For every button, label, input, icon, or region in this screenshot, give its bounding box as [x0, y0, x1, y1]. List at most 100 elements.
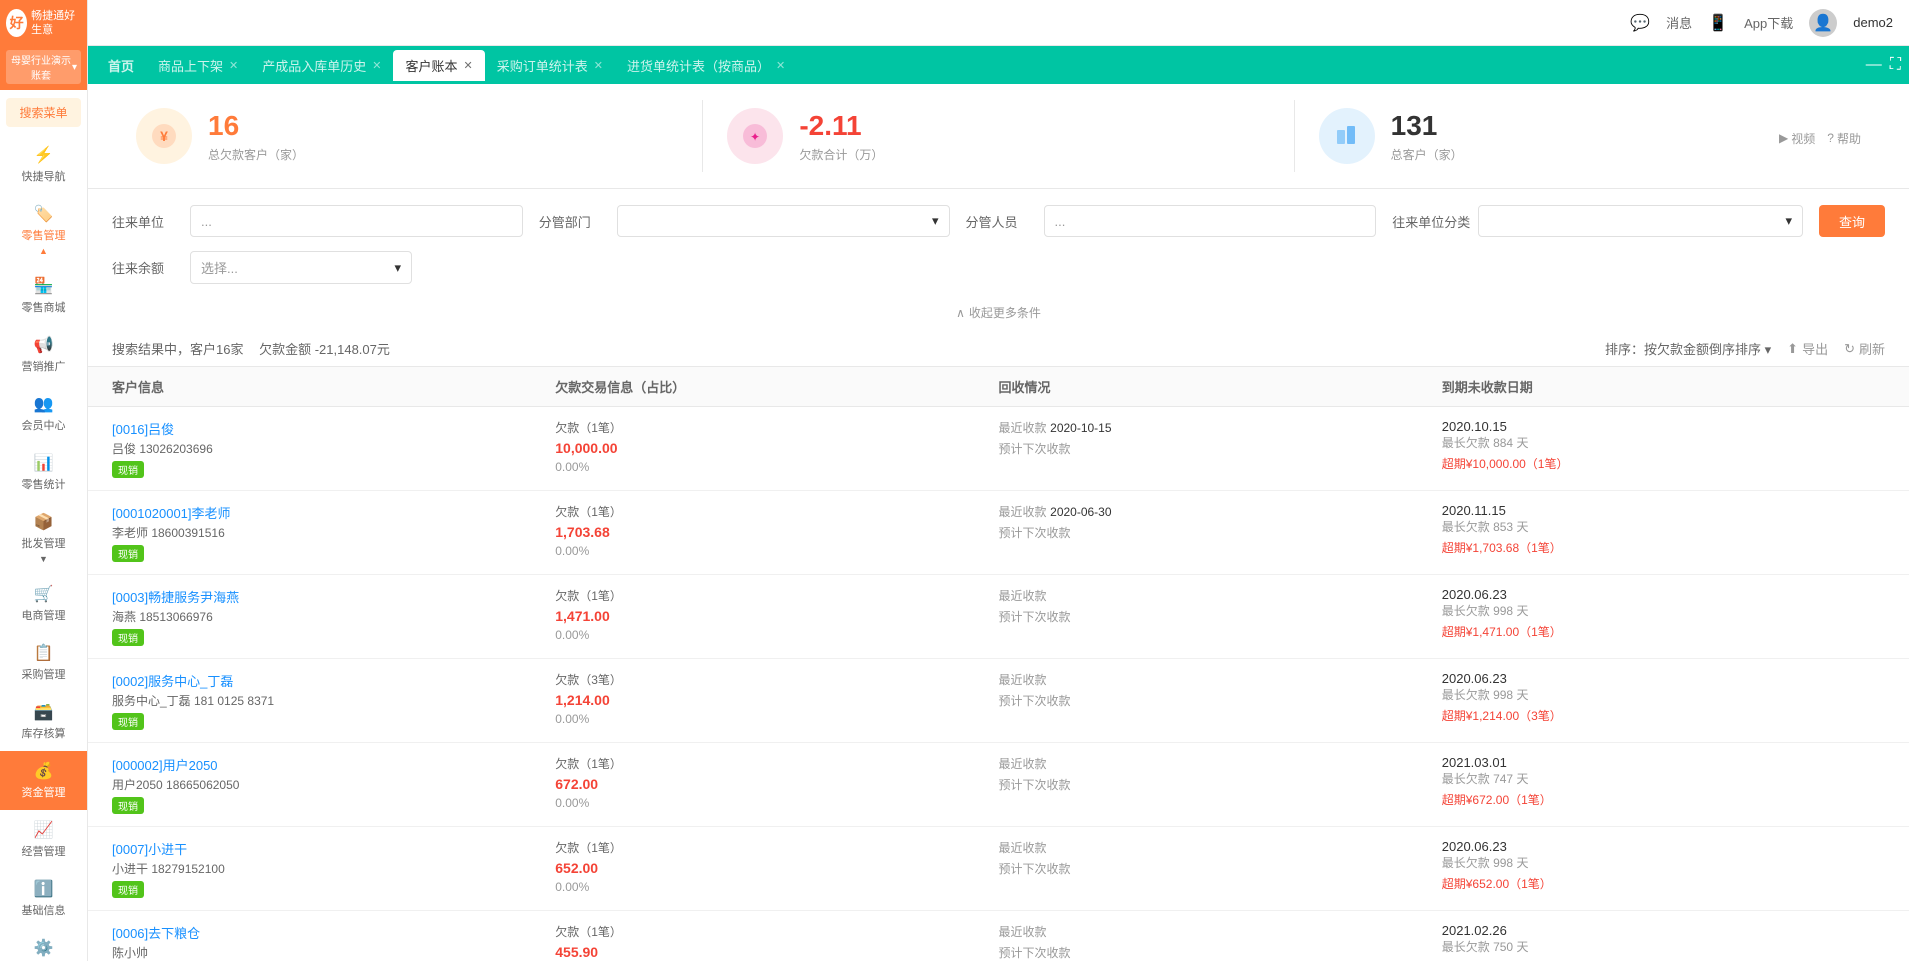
filter-origin-unit: 往来单位 ... — [112, 205, 523, 237]
recovery-6: 最近收款 预计下次收款 — [999, 923, 1442, 961]
due-date-val-6: 2021.02.26 — [1442, 923, 1885, 938]
tab-product-history[interactable]: 产成品入库单历史 ✕ — [250, 50, 393, 81]
refresh-icon: ↻ — [1844, 341, 1855, 357]
sidebar-item-batch-mgmt[interactable]: 📦 批发管理 ▼ — [0, 502, 87, 574]
message-label[interactable]: 消息 — [1666, 13, 1692, 32]
ecommerce-icon: 🛒 — [34, 584, 54, 604]
filter-balance-select[interactable]: 选择... ▾ — [190, 251, 412, 284]
table-row: [000002]用户2050 用户2050 18665062050 现销 欠款（… — [88, 743, 1909, 827]
filter-unit-category-select[interactable]: ▾ — [1478, 205, 1803, 237]
sidebar-item-system[interactable]: ⚙️ 系统管理 — [0, 928, 87, 961]
tab-product-history-close[interactable]: ✕ — [372, 59, 381, 72]
customer-name-5[interactable]: [0007]小进干 — [112, 842, 187, 857]
recovery-1: 最近收款 2020-06-30 预计下次收款 — [999, 503, 1442, 541]
stat-icon-debt-customers: ¥ — [136, 108, 192, 164]
tab-inventory-stats[interactable]: 进货单统计表（按商品） ✕ — [615, 50, 797, 81]
stat-icon-total-customers — [1319, 108, 1375, 164]
filter-balance: 往来余额 选择... ▾ — [112, 251, 412, 284]
customer-name-4[interactable]: [000002]用户2050 — [112, 758, 218, 773]
inventory-icon: 🗃️ — [34, 702, 54, 722]
sidebar-item-retail-store[interactable]: 🏪 零售商城 — [0, 266, 87, 325]
overdue-days-5: 最长欠款 998 天 — [1442, 854, 1885, 871]
tab-product-status[interactable]: 商品上下架 ✕ — [146, 50, 250, 81]
tab-purchase-stats[interactable]: 采购订单统计表 ✕ — [485, 50, 615, 81]
customer-name-1[interactable]: [0001020001]李老师 — [112, 506, 231, 521]
overdue-amount-4[interactable]: 超期¥672.00（1笔） — [1442, 791, 1885, 808]
sidebar-item-retail-stats[interactable]: 📊 零售统计 — [0, 443, 87, 502]
sidebar-item-label-retail-stats: 零售统计 — [22, 476, 66, 492]
debt-count-1: 欠款（1笔） — [555, 503, 998, 520]
filter-dept-select[interactable]: ▾ — [617, 205, 950, 237]
help-tool-btn[interactable]: ? 帮助 — [1827, 130, 1861, 147]
help-icon: ? — [1827, 131, 1834, 145]
filter-balance-label: 往来余额 — [112, 258, 182, 277]
sidebar-item-quick-nav[interactable]: ⚡ 快捷导航 — [0, 135, 87, 194]
message-icon[interactable]: 💬 — [1630, 13, 1650, 33]
search-menu-button[interactable]: 搜索菜单 — [6, 98, 81, 127]
customer-info-2: [0003]畅捷服务尹海燕 海燕 18513066976 现销 — [112, 587, 555, 646]
latest-collect-label-0: 最近收款 — [999, 421, 1047, 435]
overdue-amount-2[interactable]: 超期¥1,471.00（1笔） — [1442, 623, 1885, 640]
tabs-maximize-button[interactable]: ⛶ — [1890, 56, 1901, 74]
due-date-val-4: 2021.03.01 — [1442, 755, 1885, 770]
tab-product-status-close[interactable]: ✕ — [229, 59, 238, 72]
sidebar-item-label-members: 会员中心 — [22, 417, 66, 433]
sidebar-item-finance[interactable]: 💰 资金管理 — [0, 751, 87, 810]
sidebar-item-ecommerce[interactable]: 🛒 电商管理 — [0, 574, 87, 633]
basic-info-icon: ℹ️ — [34, 879, 54, 899]
sidebar-item-operations[interactable]: 📈 经营管理 — [0, 810, 87, 869]
search-button[interactable]: 查询 — [1819, 205, 1885, 237]
collapse-label: 收起更多条件 — [969, 304, 1041, 321]
customer-name-6[interactable]: [0006]去下粮仓 — [112, 926, 200, 941]
latest-collect-label-3: 最近收款 — [999, 673, 1047, 687]
sidebar-item-members[interactable]: 👥 会员中心 — [0, 384, 87, 443]
sidebar-item-retail-mgmt[interactable]: 🏷️ 零售管理 ▲ — [0, 194, 87, 266]
collapse-row[interactable]: ∧ 收起更多条件 — [112, 298, 1885, 331]
filter-person-input[interactable]: ... — [1044, 205, 1377, 237]
video-tool-btn[interactable]: ▶ 视频 — [1779, 130, 1815, 147]
overdue-amount-0[interactable]: 超期¥10,000.00（1笔） — [1442, 455, 1885, 472]
tab-purchase-stats-close[interactable]: ✕ — [594, 59, 603, 72]
app-download-label[interactable]: App下载 — [1744, 13, 1793, 32]
customer-phone-3: 服务中心_丁磊 181 0125 8371 — [112, 692, 555, 709]
app-download-icon[interactable]: 📱 — [1708, 13, 1728, 33]
avatar[interactable]: 👤 — [1809, 9, 1837, 37]
tabs-minimize-button[interactable]: — — [1866, 56, 1882, 74]
system-icon: ⚙️ — [34, 938, 54, 958]
customer-name-0[interactable]: [0016]吕俊 — [112, 422, 174, 437]
filter-origin-unit-input[interactable]: ... — [190, 205, 523, 237]
tab-home[interactable]: 首页 — [96, 50, 146, 81]
due-date-4: 2021.03.01 最长欠款 747 天 超期¥672.00（1笔） — [1442, 755, 1885, 808]
sidebar-item-purchase-mgmt[interactable]: 📋 采购管理 — [0, 633, 87, 692]
sidebar-item-basic-info[interactable]: ℹ️ 基础信息 — [0, 869, 87, 928]
customer-name-3[interactable]: [0002]服务中心_丁磊 — [112, 674, 233, 689]
tab-customer-account-close[interactable]: ✕ — [464, 59, 473, 72]
result-summary: 搜索结果中，客户16家 欠款金额 -21,148.07元 — [112, 339, 390, 358]
overdue-days-1: 最长欠款 853 天 — [1442, 518, 1885, 535]
collapse-btn[interactable]: ∧ 收起更多条件 — [956, 304, 1041, 321]
due-date-1: 2020.11.15 最长欠款 853 天 超期¥1,703.68（1笔） — [1442, 503, 1885, 556]
export-button[interactable]: ⬆ 导出 — [1787, 339, 1828, 358]
filter-origin-unit-label: 往来单位 — [112, 212, 182, 231]
sort-label[interactable]: 排序：按欠款金额倒序排序 ▾ — [1605, 339, 1771, 358]
overdue-amount-3[interactable]: 超期¥1,214.00（3笔） — [1442, 707, 1885, 724]
filter-row-2: 往来余额 选择... ▾ — [112, 251, 412, 284]
customer-name-2[interactable]: [0003]畅捷服务尹海燕 — [112, 590, 239, 605]
customer-info-5: [0007]小进干 小进干 18279152100 现销 — [112, 839, 555, 898]
overdue-amount-5[interactable]: 超期¥652.00（1笔） — [1442, 875, 1885, 892]
sidebar-item-label-basic: 基础信息 — [22, 902, 66, 918]
tab-inventory-stats-close[interactable]: ✕ — [776, 59, 785, 72]
tab-product-status-label: 商品上下架 — [158, 56, 223, 75]
overdue-amount-1[interactable]: 超期¥1,703.68（1笔） — [1442, 539, 1885, 556]
sidebar-item-marketing[interactable]: 📢 营销推广 — [0, 325, 87, 384]
col-debt-info: 欠款交易信息（占比） — [555, 377, 998, 396]
sidebar-item-label-finance: 资金管理 — [22, 784, 66, 800]
collapse-icon: ∧ — [956, 306, 965, 320]
result-bar: 搜索结果中，客户16家 欠款金额 -21,148.07元 排序：按欠款金额倒序排… — [88, 331, 1909, 367]
operations-icon: 📈 — [34, 820, 54, 840]
refresh-button[interactable]: ↻ 刷新 — [1844, 339, 1885, 358]
debt-amount-0: 10,000.00 — [555, 440, 998, 456]
sidebar-item-inventory[interactable]: 🗃️ 库存核算 — [0, 692, 87, 751]
col-due-date: 到期未收款日期 — [1442, 377, 1885, 396]
tab-customer-account[interactable]: 客户账本 ✕ — [393, 50, 484, 81]
